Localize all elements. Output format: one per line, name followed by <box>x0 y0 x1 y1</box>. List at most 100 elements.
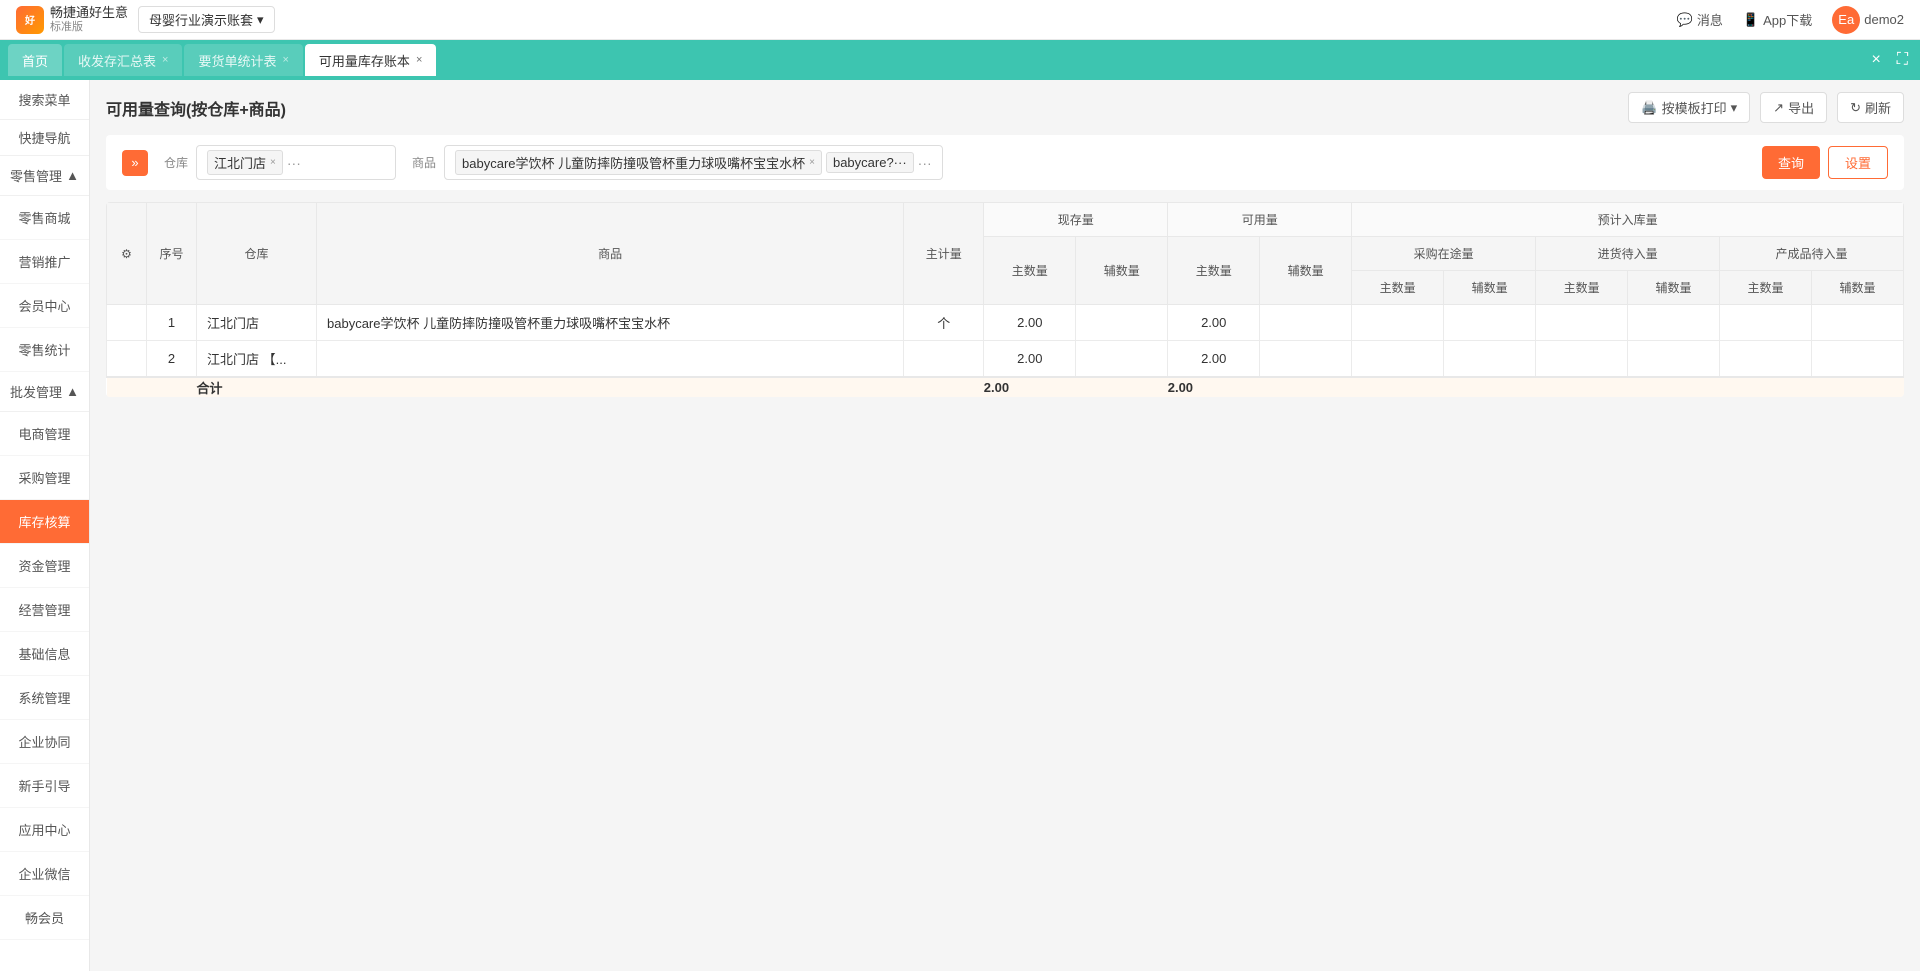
col-stock-main: 主数量 <box>984 237 1076 305</box>
sidebar-item-appcenter[interactable]: 应用中心 <box>0 808 89 852</box>
warehouse-tag-close[interactable]: × <box>270 157 276 168</box>
col-product: 商品 <box>317 203 904 305</box>
col-purchase-aux: 辅数量 <box>1444 271 1536 305</box>
col-incoming: 进货待入量 <box>1536 237 1720 271</box>
tab-orders[interactable]: 要货单统计表 × <box>184 44 302 76</box>
message-icon: 💬 <box>1677 12 1693 28</box>
top-bar-right: 💬 消息 📱 App下载 Ea demo2 <box>1677 6 1904 34</box>
expand-btn[interactable]: ⛶ <box>1893 47 1912 73</box>
col-main-unit: 主计量 <box>904 203 984 305</box>
print-icon: 🖨️ <box>1641 100 1657 116</box>
sidebar-item-operations[interactable]: 经营管理 <box>0 588 89 632</box>
sidebar-item-basic[interactable]: 基础信息 <box>0 632 89 676</box>
summary-avail-main: 2.00 <box>1168 377 1260 397</box>
sidebar-search[interactable]: 搜索菜单 <box>0 80 89 120</box>
product-tag-1-close[interactable]: × <box>809 157 815 168</box>
col-avail-main: 主数量 <box>1168 237 1260 305</box>
col-purchase-main: 主数量 <box>1352 271 1444 305</box>
warehouse-tag: 江北门店 × <box>207 150 283 175</box>
logo-area: 好 畅捷通好生意 标准版 <box>16 5 128 34</box>
sidebar-item-ecommerce[interactable]: 电商管理 <box>0 412 89 456</box>
sidebar-item-finance[interactable]: 资金管理 <box>0 544 89 588</box>
sidebar-item-retail-shop[interactable]: 零售商城 <box>0 196 89 240</box>
warehouse-filter-group: 仓库 江北门店 × ··· <box>164 145 396 180</box>
tab-inventory[interactable]: 可用量库存账本 × <box>305 44 436 76</box>
summary-row: 合计 2.00 2.00 <box>107 377 1904 397</box>
table-row: 2 江北门店 【... 2.00 2.00 <box>107 341 1904 378</box>
close-all-btn[interactable]: × <box>1867 47 1884 73</box>
sidebar-item-inventory[interactable]: 库存核算 <box>0 500 89 544</box>
filter-area: » 仓库 江北门店 × ··· 商品 babycare学饮杯 儿童防摔防撞吸管杯… <box>106 135 1904 190</box>
sidebar-group-wholesale[interactable]: 批发管理 ▲ <box>0 372 89 412</box>
col-settings[interactable]: ⚙ <box>107 203 147 305</box>
tab-receipts[interactable]: 收发存汇总表 × <box>64 44 182 76</box>
chevron-icon-2: ▲ <box>66 384 79 399</box>
industry-selector[interactable]: 母婴行业演示账套 ▾ <box>138 6 275 33</box>
user-menu[interactable]: Ea demo2 <box>1832 6 1904 34</box>
sidebar-item-purchase[interactable]: 采购管理 <box>0 456 89 500</box>
tab-close-receipts[interactable]: × <box>162 54 168 66</box>
content-area: 可用量查询(按仓库+商品) 🖨️ 按模板打印 ▾ ↗ 导出 ↻ 刷新 <box>90 80 1920 971</box>
refresh-icon: ↻ <box>1850 100 1861 116</box>
refresh-btn[interactable]: ↻ 刷新 <box>1837 92 1904 123</box>
export-btn[interactable]: ↗ 导出 <box>1760 92 1827 123</box>
settings-btn[interactable]: 设置 <box>1828 146 1888 179</box>
col-num: 序号 <box>147 203 197 305</box>
sidebar-item-enterprise[interactable]: 企业协同 <box>0 720 89 764</box>
sidebar-item-newuser[interactable]: 新手引导 <box>0 764 89 808</box>
logo-text: 畅捷通好生意 标准版 <box>50 5 128 34</box>
chevron-down-icon-print: ▾ <box>1731 100 1738 116</box>
sidebar-quick-nav[interactable]: 快捷导航 <box>0 120 89 156</box>
logo-icon: 好 <box>16 6 44 34</box>
col-production-main: 主数量 <box>1720 271 1812 305</box>
warehouse-input[interactable]: 江北门店 × ··· <box>196 145 396 180</box>
print-btn[interactable]: 🖨️ 按模板打印 ▾ <box>1628 92 1750 123</box>
summary-label: 合计 <box>197 377 317 397</box>
product-input[interactable]: babycare学饮杯 儿童防摔防撞吸管杯重力球吸嘴杯宝宝水杯 × babyca… <box>444 145 943 180</box>
col-avail-aux: 辅数量 <box>1260 237 1352 305</box>
col-incoming-aux: 辅数量 <box>1628 271 1720 305</box>
export-icon: ↗ <box>1773 100 1784 116</box>
table-container: ⚙ 序号 仓库 商品 主计量 现存量 可用量 预计入库量 主数量 辅数量 主数量… <box>106 202 1904 397</box>
main-layout: 搜索菜单 快捷导航 零售管理 ▲ 零售商城 营销推广 会员中心 零售统计 批发管… <box>0 80 1920 971</box>
sidebar-group-retail[interactable]: 零售管理 ▲ <box>0 156 89 196</box>
col-purchase-transit: 采购在途量 <box>1352 237 1536 271</box>
tab-close-orders[interactable]: × <box>282 54 288 66</box>
col-expected-in: 预计入库量 <box>1352 203 1904 237</box>
warehouse-more-btn[interactable]: ··· <box>287 155 301 171</box>
avatar: Ea <box>1832 6 1860 34</box>
table-row: 1 江北门店 babycare学饮杯 儿童防摔防撞吸管杯重力球吸嘴杯宝宝水杯 个… <box>107 305 1904 341</box>
product-label: 商品 <box>412 154 436 171</box>
chevron-icon: ▲ <box>66 168 79 183</box>
download-icon: 📱 <box>1743 12 1759 28</box>
page-actions: 🖨️ 按模板打印 ▾ ↗ 导出 ↻ 刷新 <box>1628 92 1904 123</box>
top-bar-left: 好 畅捷通好生意 标准版 母婴行业演示账套 ▾ <box>16 5 275 34</box>
sidebar-item-retail-stats[interactable]: 零售统计 <box>0 328 89 372</box>
filter-action-btns: 查询 设置 <box>1762 146 1888 179</box>
tab-close-inventory[interactable]: × <box>416 54 422 66</box>
sidebar-item-marketing[interactable]: 营销推广 <box>0 240 89 284</box>
product-tag-1: babycare学饮杯 儿童防摔防撞吸管杯重力球吸嘴杯宝宝水杯 × <box>455 150 822 175</box>
warehouse-label: 仓库 <box>164 154 188 171</box>
sidebar-item-members[interactable]: 会员中心 <box>0 284 89 328</box>
filter-toggle-btn[interactable]: » <box>122 150 148 176</box>
tab-home[interactable]: 首页 <box>8 44 62 76</box>
summary-stock-main: 2.00 <box>984 377 1076 397</box>
nav-tabs: 首页 收发存汇总表 × 要货单统计表 × 可用量库存账本 × × ⛶ <box>0 40 1920 80</box>
page-title-bar: 可用量查询(按仓库+商品) 🖨️ 按模板打印 ▾ ↗ 导出 ↻ 刷新 <box>106 92 1904 123</box>
col-production-aux: 辅数量 <box>1812 271 1904 305</box>
query-btn[interactable]: 查询 <box>1762 146 1820 179</box>
product-filter-group: 商品 babycare学饮杯 儿童防摔防撞吸管杯重力球吸嘴杯宝宝水杯 × bab… <box>412 145 943 180</box>
product-more-btn[interactable]: ··· <box>918 155 932 171</box>
col-available: 可用量 <box>1168 203 1352 237</box>
sidebar-item-member[interactable]: 畅会员 <box>0 896 89 940</box>
sidebar: 搜索菜单 快捷导航 零售管理 ▲ 零售商城 营销推广 会员中心 零售统计 批发管… <box>0 80 90 971</box>
sidebar-item-wechat[interactable]: 企业微信 <box>0 852 89 896</box>
message-btn[interactable]: 💬 消息 <box>1677 10 1723 29</box>
app-download-btn[interactable]: 📱 App下载 <box>1743 10 1812 29</box>
sidebar-item-system[interactable]: 系统管理 <box>0 676 89 720</box>
chevron-down-icon: ▾ <box>257 12 264 28</box>
page-title: 可用量查询(按仓库+商品) <box>106 96 286 120</box>
col-warehouse: 仓库 <box>197 203 317 305</box>
top-bar: 好 畅捷通好生意 标准版 母婴行业演示账套 ▾ 💬 消息 📱 App下载 Ea … <box>0 0 1920 40</box>
